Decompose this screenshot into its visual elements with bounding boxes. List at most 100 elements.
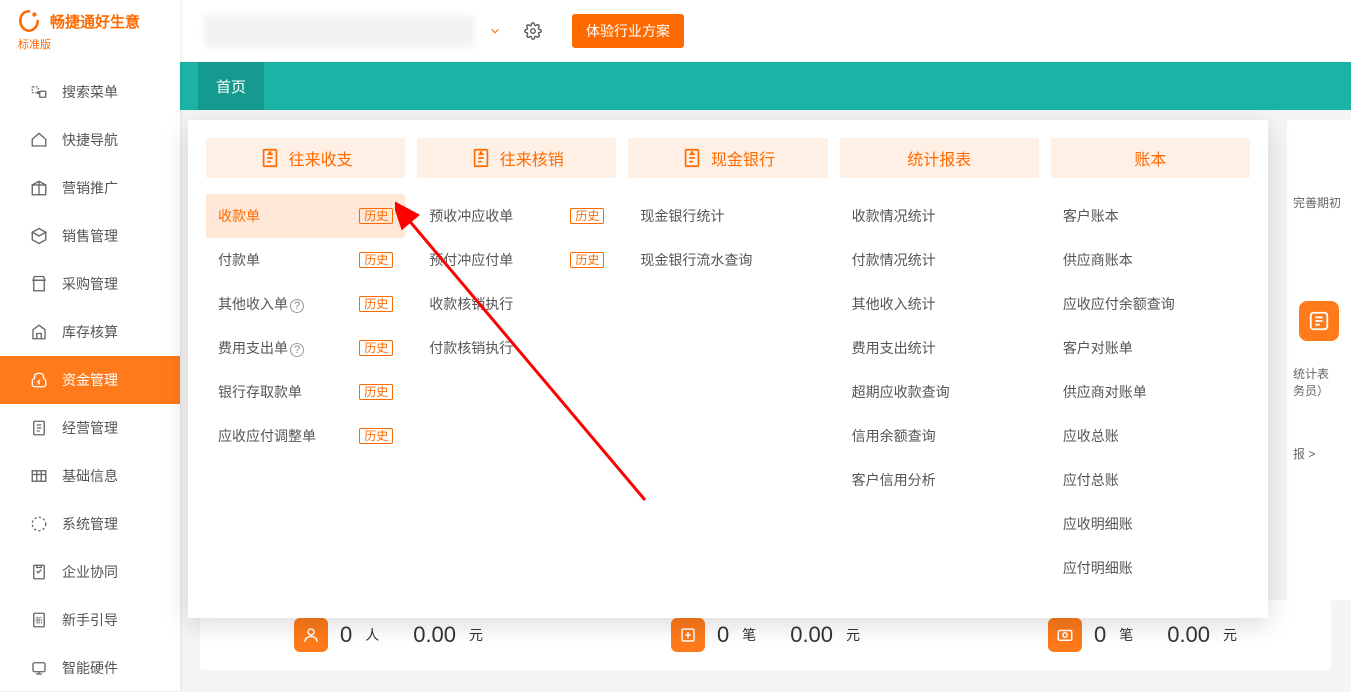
sidebar-item-label: 搜索菜单: [62, 82, 118, 102]
megamenu-item[interactable]: 信用余额查询: [840, 414, 1039, 458]
megamenu-item[interactable]: 收款情况统计: [840, 194, 1039, 238]
megamenu-item-label: 其他收入统计: [852, 294, 936, 314]
sidebar-item-9[interactable]: 系统管理: [0, 500, 180, 548]
megamenu-item[interactable]: 付款核销执行: [417, 326, 616, 370]
megamenu-item[interactable]: 客户对账单: [1051, 326, 1250, 370]
stat-count: 0: [1094, 622, 1106, 648]
history-tag[interactable]: 历史: [359, 208, 393, 224]
megamenu-item[interactable]: 现金银行统计: [628, 194, 827, 238]
megamenu-item-label: 预收冲应收单: [429, 206, 513, 226]
megamenu-item[interactable]: 付款单 历史: [206, 238, 405, 282]
megamenu-item[interactable]: 应收总账: [1051, 414, 1250, 458]
megamenu-item[interactable]: 应付明细账: [1051, 546, 1250, 590]
megamenu-item[interactable]: 其他收入统计: [840, 282, 1039, 326]
megamenu-item[interactable]: 应收明细账: [1051, 502, 1250, 546]
help-icon[interactable]: ?: [290, 343, 304, 357]
megamenu-item-label: 应收明细账: [1063, 514, 1133, 534]
sidebar-item-label: 企业协同: [62, 562, 118, 582]
stat-count-unit: 笔: [1119, 625, 1133, 645]
history-tag[interactable]: 历史: [359, 252, 393, 268]
tab-home[interactable]: 首页: [198, 62, 264, 110]
megamenu-col-title: 往来收支: [289, 146, 353, 170]
right-panel-edge: 完善期初 统计表 务员） 报 >: [1287, 120, 1351, 600]
stat-count: 0: [340, 622, 352, 648]
megamenu-item[interactable]: 收款核销执行: [417, 282, 616, 326]
chevron-down-icon[interactable]: [488, 24, 502, 38]
megamenu-item[interactable]: 应收应付余额查询: [1051, 282, 1250, 326]
history-tag[interactable]: 历史: [359, 384, 393, 400]
brand-edition: 标准版: [18, 36, 180, 52]
history-tag[interactable]: 历史: [570, 208, 604, 224]
megamenu-item[interactable]: 预收冲应收单 历史: [417, 194, 616, 238]
sidebar-item-7[interactable]: 经营管理: [0, 404, 180, 452]
megamenu-item[interactable]: 超期应收款查询: [840, 370, 1039, 414]
sidebar-item-3[interactable]: 销售管理: [0, 212, 180, 260]
megamenu-item[interactable]: 应收应付调整单历史: [206, 414, 405, 458]
megamenu-col-header: 统计报表: [840, 138, 1039, 178]
sidebar-item-8[interactable]: 基础信息: [0, 452, 180, 500]
org-selector[interactable]: [204, 15, 474, 47]
megamenu-item[interactable]: 其他收入单?历史: [206, 282, 405, 326]
megamenu-item[interactable]: 供应商账本: [1051, 238, 1250, 282]
stat-amount-unit: 元: [846, 625, 860, 645]
megamenu-item[interactable]: 预付冲应付单历史: [417, 238, 616, 282]
right-text-2: 统计表: [1293, 365, 1345, 382]
stat-icon: [1048, 618, 1082, 652]
megamenu-item[interactable]: 付款情况统计: [840, 238, 1039, 282]
sidebar-item-0[interactable]: 搜索菜单: [0, 68, 180, 116]
sidebar-item-1[interactable]: 快捷导航: [0, 116, 180, 164]
brand-logo-icon: [16, 8, 42, 34]
sidebar-item-6[interactable]: 资金管理: [0, 356, 180, 404]
sidebar-item-2[interactable]: 营销推广: [0, 164, 180, 212]
megamenu-item[interactable]: 客户信用分析: [840, 458, 1039, 502]
history-tag[interactable]: 历史: [359, 296, 393, 312]
stat-count: 0: [717, 622, 729, 648]
megamenu-item-label: 客户信用分析: [852, 470, 936, 490]
megamenu-item-label: 费用支出单?: [218, 338, 304, 358]
megamenu-item[interactable]: 银行存取款单历史: [206, 370, 405, 414]
history-tag[interactable]: 历史: [359, 340, 393, 356]
megamenu-item[interactable]: 费用支出统计: [840, 326, 1039, 370]
stats-icon[interactable]: [1299, 301, 1339, 341]
sidebar-item-label: 经营管理: [62, 418, 118, 438]
megamenu-col-title: 统计报表: [907, 146, 971, 170]
sidebar-item-4[interactable]: 采购管理: [0, 260, 180, 308]
history-tag[interactable]: 历史: [359, 428, 393, 444]
right-text-3: 务员）: [1293, 382, 1345, 399]
megamenu-item[interactable]: 收款单历史: [206, 194, 405, 238]
right-text-4[interactable]: 报 >: [1293, 445, 1345, 462]
sidebar-item-label: 资金管理: [62, 370, 118, 390]
megamenu-col-header: 现金银行: [628, 138, 827, 178]
gear-icon[interactable]: [524, 22, 542, 40]
stat-icon: [294, 618, 328, 652]
megamenu-col-header: 账本: [1051, 138, 1250, 178]
sidebar-item-11[interactable]: 新新手引导: [0, 596, 180, 644]
sidebar-item-label: 智能硬件: [62, 658, 118, 678]
stat-count-unit: 人: [365, 625, 379, 645]
megamenu-item-label: 供应商对账单: [1063, 382, 1147, 402]
stat-count-unit: 笔: [742, 625, 756, 645]
sidebar-item-label: 基础信息: [62, 466, 118, 486]
stat-amount: 0.00: [1167, 622, 1210, 648]
megamenu-item-label: 应付总账: [1063, 470, 1119, 490]
right-text-1: 完善期初: [1293, 194, 1345, 211]
megamenu-item[interactable]: 客户账本: [1051, 194, 1250, 238]
megamenu-item-label: 付款核销执行: [429, 338, 513, 358]
megamenu-item[interactable]: 应付总账: [1051, 458, 1250, 502]
history-tag[interactable]: 历史: [570, 252, 604, 268]
megamenu-item-label: 供应商账本: [1063, 250, 1133, 270]
sidebar-item-12[interactable]: 智能硬件: [0, 644, 180, 692]
megamenu-item[interactable]: 费用支出单? 历史: [206, 326, 405, 370]
megamenu-item[interactable]: 供应商对账单: [1051, 370, 1250, 414]
experience-button[interactable]: 体验行业方案: [572, 14, 684, 48]
megamenu-item[interactable]: 现金银行流水查询: [628, 238, 827, 282]
help-icon[interactable]: ?: [290, 299, 304, 313]
tabbar: 首页: [180, 62, 1351, 110]
megamenu-item-label: 付款单: [218, 250, 260, 270]
stat-amount-unit: 元: [1223, 625, 1237, 645]
stat-amount: 0.00: [413, 622, 456, 648]
megamenu-item-label: 信用余额查询: [852, 426, 936, 446]
sidebar-item-10[interactable]: 企业协同: [0, 548, 180, 596]
megamenu-col-header: 往来收支: [206, 138, 405, 178]
sidebar-item-5[interactable]: 库存核算: [0, 308, 180, 356]
